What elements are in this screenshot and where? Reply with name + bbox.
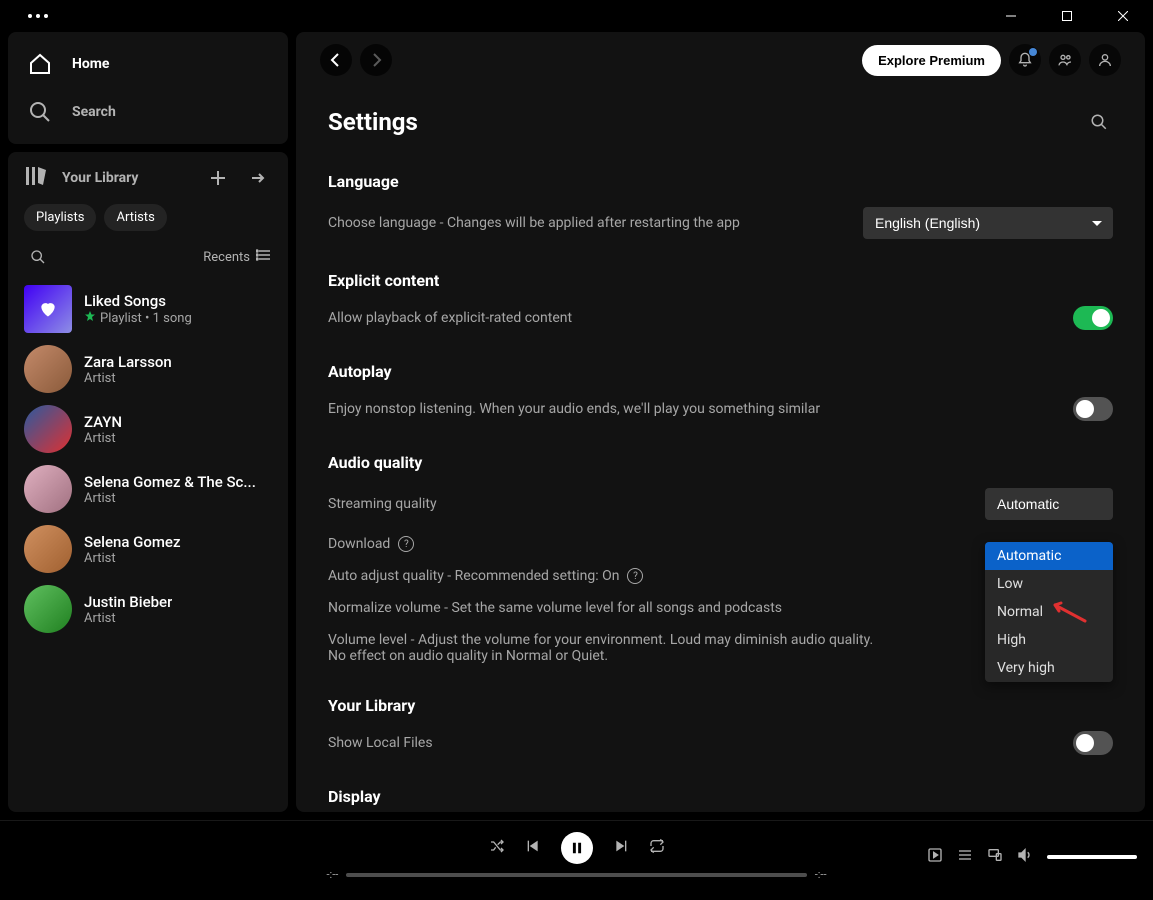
- library-item-name: Selena Gomez: [84, 533, 181, 551]
- library-item-meta: Playlist • 1 song: [84, 310, 192, 326]
- dropdown-option[interactable]: High: [985, 626, 1113, 654]
- library-header[interactable]: Your Library: [24, 164, 192, 192]
- create-playlist-button[interactable]: [204, 164, 232, 192]
- volume-level-description: Volume level - Adjust the volume for you…: [328, 632, 888, 664]
- help-icon[interactable]: ?: [627, 568, 643, 584]
- library-item-meta: Artist: [84, 611, 172, 626]
- next-button[interactable]: [613, 838, 629, 858]
- app-menu-icon[interactable]: [28, 14, 48, 18]
- library-item[interactable]: Liked SongsPlaylist • 1 song: [16, 279, 280, 339]
- explicit-toggle[interactable]: [1073, 306, 1113, 330]
- library-item-meta: Artist: [84, 551, 181, 566]
- window-minimize-button[interactable]: [989, 1, 1033, 31]
- notification-badge: [1029, 48, 1037, 56]
- library-item-art: [24, 465, 72, 513]
- window-titlebar: [0, 0, 1153, 32]
- search-icon: [28, 100, 52, 124]
- library-item[interactable]: Selena Gomez & The Sc...Artist: [16, 459, 280, 519]
- nav-search[interactable]: Search: [20, 88, 276, 136]
- language-description: Choose language - Changes will be applie…: [328, 215, 839, 231]
- library-item-art: [24, 585, 72, 633]
- library-item[interactable]: Zara LarssonArtist: [16, 339, 280, 399]
- total-time: -:--: [815, 868, 827, 881]
- library-item-name: ZAYN: [84, 413, 122, 431]
- elapsed-time: -:--: [327, 868, 339, 881]
- library-item-name: Selena Gomez & The Sc...: [84, 473, 256, 491]
- window-maximize-button[interactable]: [1045, 1, 1089, 31]
- auto-adjust-label: Auto adjust quality - Recommended settin…: [328, 568, 643, 584]
- previous-button[interactable]: [525, 838, 541, 858]
- section-audio-title: Audio quality: [328, 453, 1113, 472]
- library-item-art: [24, 345, 72, 393]
- library-title: Your Library: [62, 170, 138, 186]
- shuffle-button[interactable]: [489, 838, 505, 858]
- streaming-quality-label: Streaming quality: [328, 496, 437, 512]
- volume-slider[interactable]: [1047, 855, 1137, 859]
- dropdown-option[interactable]: Normal: [985, 598, 1113, 626]
- profile-button[interactable]: [1089, 44, 1121, 76]
- library-item-art: [24, 405, 72, 453]
- volume-button[interactable]: [1017, 847, 1033, 867]
- help-icon[interactable]: ?: [398, 536, 414, 552]
- language-select[interactable]: English (English): [863, 207, 1113, 239]
- chip-artists[interactable]: Artists: [104, 204, 166, 231]
- expand-library-button[interactable]: [244, 164, 272, 192]
- devices-button[interactable]: [987, 847, 1003, 867]
- queue-button[interactable]: [957, 847, 973, 867]
- sort-recents-button[interactable]: Recents: [203, 247, 272, 267]
- friends-button[interactable]: [1049, 44, 1081, 76]
- dropdown-option[interactable]: Very high: [985, 654, 1113, 682]
- dropdown-option[interactable]: Low: [985, 570, 1113, 598]
- download-quality-label: Download ?: [328, 536, 414, 552]
- repeat-button[interactable]: [649, 838, 665, 858]
- library-item-name: Liked Songs: [84, 292, 192, 310]
- library-item-name: Zara Larsson: [84, 353, 172, 371]
- library-item[interactable]: Justin BieberArtist: [16, 579, 280, 639]
- local-files-label: Show Local Files: [328, 735, 433, 751]
- section-language-title: Language: [328, 172, 1113, 191]
- local-files-toggle[interactable]: [1073, 731, 1113, 755]
- library-item-meta: Artist: [84, 371, 172, 386]
- settings-search-button[interactable]: [1085, 108, 1113, 136]
- play-pause-button[interactable]: [561, 832, 593, 864]
- explore-premium-button[interactable]: Explore Premium: [862, 45, 1001, 76]
- library-search-button[interactable]: [24, 243, 52, 271]
- library-item[interactable]: ZAYNArtist: [16, 399, 280, 459]
- normalize-label: Normalize volume - Set the same volume l…: [328, 600, 782, 616]
- sort-label: Recents: [203, 250, 250, 265]
- section-library-title: Your Library: [328, 696, 1113, 715]
- nav-back-button[interactable]: [320, 44, 352, 76]
- library-item-meta: Artist: [84, 431, 122, 446]
- nav-search-label: Search: [72, 104, 116, 120]
- section-autoplay-title: Autoplay: [328, 362, 1113, 381]
- notifications-button[interactable]: [1009, 44, 1041, 76]
- chip-playlists[interactable]: Playlists: [24, 204, 96, 231]
- section-explicit-title: Explicit content: [328, 271, 1113, 290]
- nav-forward-button[interactable]: [360, 44, 392, 76]
- pin-icon: [84, 310, 96, 326]
- streaming-quality-select[interactable]: Automatic: [985, 488, 1113, 520]
- nav-home[interactable]: Home: [20, 40, 276, 88]
- section-display-title: Display: [328, 787, 1113, 806]
- nav-home-label: Home: [72, 56, 109, 72]
- list-icon: [256, 247, 272, 267]
- dropdown-option[interactable]: Automatic: [985, 542, 1113, 570]
- library-item-meta: Artist: [84, 491, 256, 506]
- page-title: Settings: [328, 108, 418, 136]
- home-icon: [28, 52, 52, 76]
- window-close-button[interactable]: [1101, 1, 1145, 31]
- now-playing-view-button[interactable]: [927, 847, 943, 867]
- autoplay-toggle[interactable]: [1073, 397, 1113, 421]
- library-item-art: [24, 285, 72, 333]
- autoplay-description: Enjoy nonstop listening. When your audio…: [328, 401, 1049, 417]
- library-item-name: Justin Bieber: [84, 593, 172, 611]
- library-item[interactable]: Selena GomezArtist: [16, 519, 280, 579]
- progress-bar[interactable]: [346, 873, 806, 877]
- library-item-art: [24, 525, 72, 573]
- streaming-quality-dropdown[interactable]: AutomaticLowNormalHighVery high: [985, 542, 1113, 682]
- library-icon: [24, 164, 48, 192]
- explicit-description: Allow playback of explicit-rated content: [328, 310, 1049, 326]
